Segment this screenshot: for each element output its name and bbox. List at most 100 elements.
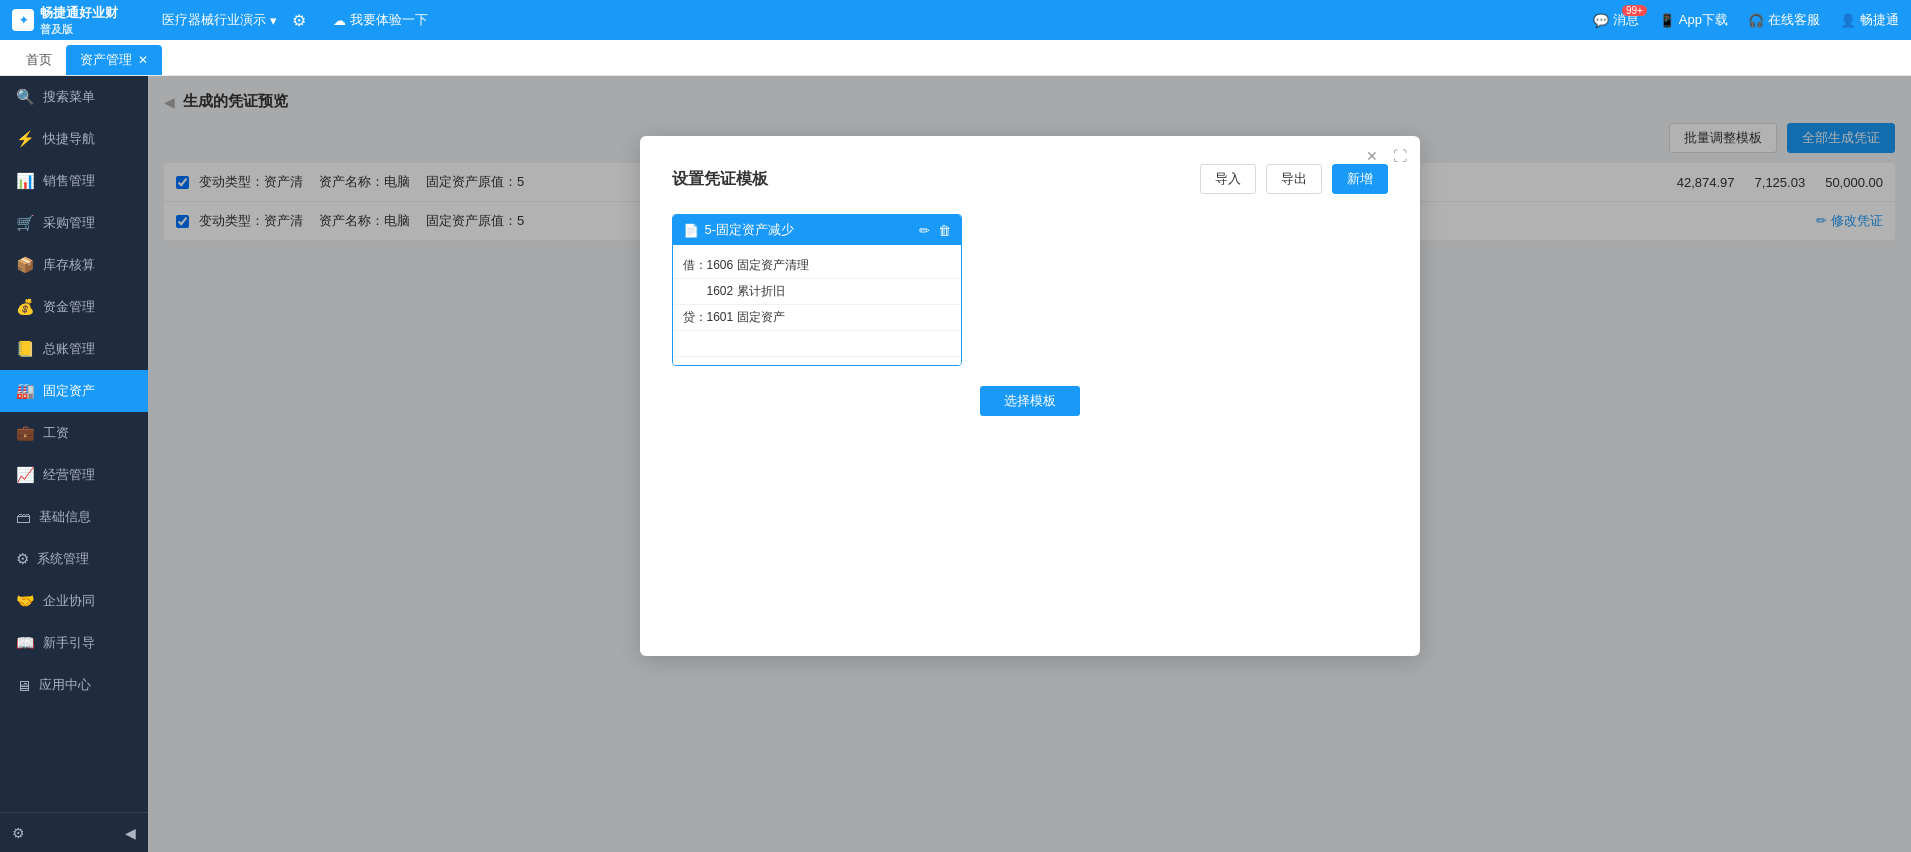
sidebar-item-search[interactable]: 🔍 搜索菜单 xyxy=(0,76,148,118)
tab-home-label: 首页 xyxy=(26,51,52,69)
experience-link[interactable]: ☁ 我要体验一下 xyxy=(333,11,428,29)
entry-1-debit xyxy=(823,257,883,274)
template-card-header: 📄 5-固定资产减少 ✏ 🗑 xyxy=(673,215,961,245)
sidebar-item-system[interactable]: ⚙ 系统管理 xyxy=(0,538,148,580)
sidebar-item-operations[interactable]: 📈 经营管理 xyxy=(0,454,148,496)
template-delete-icon[interactable]: 🗑 xyxy=(938,223,951,238)
app-center-icon: 🖥 xyxy=(16,677,31,694)
main-layout: 🔍 搜索菜单 ⚡ 快捷导航 📊 销售管理 🛒 采购管理 📦 库存核算 💰 xyxy=(0,76,1911,852)
dialog-header: 设置凭证模板 导入 导出 新增 xyxy=(672,164,1388,194)
template-code-name: 5-固定资产减少 xyxy=(705,221,795,239)
sidebar-item-collab[interactable]: 🤝 企业协同 xyxy=(0,580,148,622)
entry-3-credit xyxy=(883,309,943,326)
entry-2-label: 1602 累计折旧 xyxy=(683,283,823,300)
user-btn[interactable]: 👤 畅捷通 xyxy=(1840,11,1899,29)
user-avatar-icon: 👤 xyxy=(1840,13,1856,28)
sidebar-label-search: 搜索菜单 xyxy=(43,88,95,106)
guide-icon: 📖 xyxy=(16,634,35,652)
sidebar-label-fixed-assets: 固定资产 xyxy=(43,382,95,400)
company-selector[interactable]: 医疗器械行业演示 ▾ xyxy=(162,11,277,29)
cloud-icon: ☁ xyxy=(333,13,346,28)
select-template-area: 选择模板 xyxy=(672,386,1388,416)
select-template-button[interactable]: 选择模板 xyxy=(980,386,1080,416)
app-download-label: App下载 xyxy=(1679,11,1728,29)
dialog-close-button[interactable]: ✕ xyxy=(1360,144,1384,168)
sidebar-collapse-icon[interactable]: ◀ xyxy=(125,825,136,841)
export-button[interactable]: 导出 xyxy=(1266,164,1322,194)
sidebar-label-app-center: 应用中心 xyxy=(39,676,91,694)
tabbar: 首页 资产管理 ✕ xyxy=(0,40,1911,76)
dialog-actions: 导入 导出 新增 xyxy=(1200,164,1388,194)
template-card-body: 借：1606 固定资产清理 1602 累计折旧 贷：1601 固定资产 xyxy=(673,245,961,365)
tab-asset-label: 资产管理 xyxy=(80,51,132,69)
operations-icon: 📈 xyxy=(16,466,35,484)
system-icon: ⚙ xyxy=(16,550,29,568)
tab-home[interactable]: 首页 xyxy=(12,45,66,75)
finance-icon: 💰 xyxy=(16,298,35,316)
entry-3-label: 贷：1601 固定资产 xyxy=(683,309,823,326)
sidebar-item-sales[interactable]: 📊 销售管理 xyxy=(0,160,148,202)
template-header-right: ✏ 🗑 xyxy=(919,223,951,238)
ledger-icon: 📒 xyxy=(16,340,35,358)
basic-info-icon: 🗃 xyxy=(16,509,31,526)
sidebar-item-ledger[interactable]: 📒 总账管理 xyxy=(0,328,148,370)
username: 畅捷通 xyxy=(1860,11,1899,29)
sales-icon: 📊 xyxy=(16,172,35,190)
sidebar-item-purchase[interactable]: 🛒 采购管理 xyxy=(0,202,148,244)
salary-icon: 💼 xyxy=(16,424,35,442)
app-logo: ✦ 畅捷通好业财 普及版 xyxy=(12,4,142,37)
sidebar-label-inventory: 库存核算 xyxy=(43,256,95,274)
footer-settings-icon[interactable]: ⚙ xyxy=(12,825,25,841)
purchase-icon: 🛒 xyxy=(16,214,35,232)
settings-icon[interactable]: ⚙ xyxy=(285,6,313,34)
import-button[interactable]: 导入 xyxy=(1200,164,1256,194)
message-icon: 💬 xyxy=(1593,13,1609,28)
messages-btn[interactable]: 💬 消息 99+ xyxy=(1593,11,1639,29)
sidebar-item-fixed-assets[interactable]: 🏭 固定资产 xyxy=(0,370,148,412)
dialog-maximize-button[interactable]: ⛶ xyxy=(1388,144,1412,168)
quicknav-icon: ⚡ xyxy=(16,130,35,148)
template-card: 📄 5-固定资产减少 ✏ 🗑 借：1606 固定资产清理 xyxy=(672,214,962,366)
sidebar-label-sales: 销售管理 xyxy=(43,172,95,190)
template-header-left: 📄 5-固定资产减少 xyxy=(683,221,795,239)
dialog-title: 设置凭证模板 xyxy=(672,169,768,190)
sidebar-label-basic-info: 基础信息 xyxy=(39,508,91,526)
sidebar-label-purchase: 采购管理 xyxy=(43,214,95,232)
template-doc-icon: 📄 xyxy=(683,223,699,238)
app-download-btn[interactable]: 📱 App下载 xyxy=(1659,11,1728,29)
logo-icon: ✦ xyxy=(12,9,34,31)
sidebar-label-ledger: 总账管理 xyxy=(43,340,95,358)
fixed-assets-icon: 🏭 xyxy=(16,382,35,400)
sidebar-label-finance: 资金管理 xyxy=(43,298,95,316)
sidebar-label-system: 系统管理 xyxy=(37,550,89,568)
customer-service-btn[interactable]: 🎧 在线客服 xyxy=(1748,11,1820,29)
sidebar: 🔍 搜索菜单 ⚡ 快捷导航 📊 销售管理 🛒 采购管理 📦 库存核算 💰 xyxy=(0,76,148,852)
tab-asset-management[interactable]: 资产管理 ✕ xyxy=(66,45,162,75)
sidebar-item-app-center[interactable]: 🖥 应用中心 xyxy=(0,664,148,706)
customer-service-label: 在线客服 xyxy=(1768,11,1820,29)
sidebar-item-quicknav[interactable]: ⚡ 快捷导航 xyxy=(0,118,148,160)
sidebar-label-guide: 新手引导 xyxy=(43,634,95,652)
company-dropdown-icon: ▾ xyxy=(270,13,277,28)
message-badge: 99+ xyxy=(1622,5,1647,16)
new-template-button[interactable]: 新增 xyxy=(1332,164,1388,194)
sidebar-item-inventory[interactable]: 📦 库存核算 xyxy=(0,244,148,286)
template-entry-3: 贷：1601 固定资产 xyxy=(673,305,961,331)
template-entry-2: 1602 累计折旧 xyxy=(673,279,961,305)
sidebar-item-guide[interactable]: 📖 新手引导 xyxy=(0,622,148,664)
inventory-icon: 📦 xyxy=(16,256,35,274)
entry-2-debit xyxy=(823,283,883,300)
template-entry-1: 借：1606 固定资产清理 xyxy=(673,253,961,279)
company-name: 医疗器械行业演示 xyxy=(162,11,266,29)
sidebar-item-salary[interactable]: 💼 工资 xyxy=(0,412,148,454)
template-edit-icon[interactable]: ✏ xyxy=(919,223,930,238)
app-download-icon: 📱 xyxy=(1659,13,1675,28)
sidebar-label-collab: 企业协同 xyxy=(43,592,95,610)
sidebar-item-basic-info[interactable]: 🗃 基础信息 xyxy=(0,496,148,538)
sidebar-label-salary: 工资 xyxy=(43,424,69,442)
sidebar-item-finance[interactable]: 💰 资金管理 xyxy=(0,286,148,328)
app-name: 畅捷通好业财 xyxy=(40,4,118,22)
window-controls: ✕ ⛶ xyxy=(1360,144,1412,168)
content-area: ◀ 生成的凭证预览 批量调整模板 全部生成凭证 变动类型：资产清 资产名称：电脑… xyxy=(148,76,1911,852)
tab-close-icon[interactable]: ✕ xyxy=(138,53,148,67)
